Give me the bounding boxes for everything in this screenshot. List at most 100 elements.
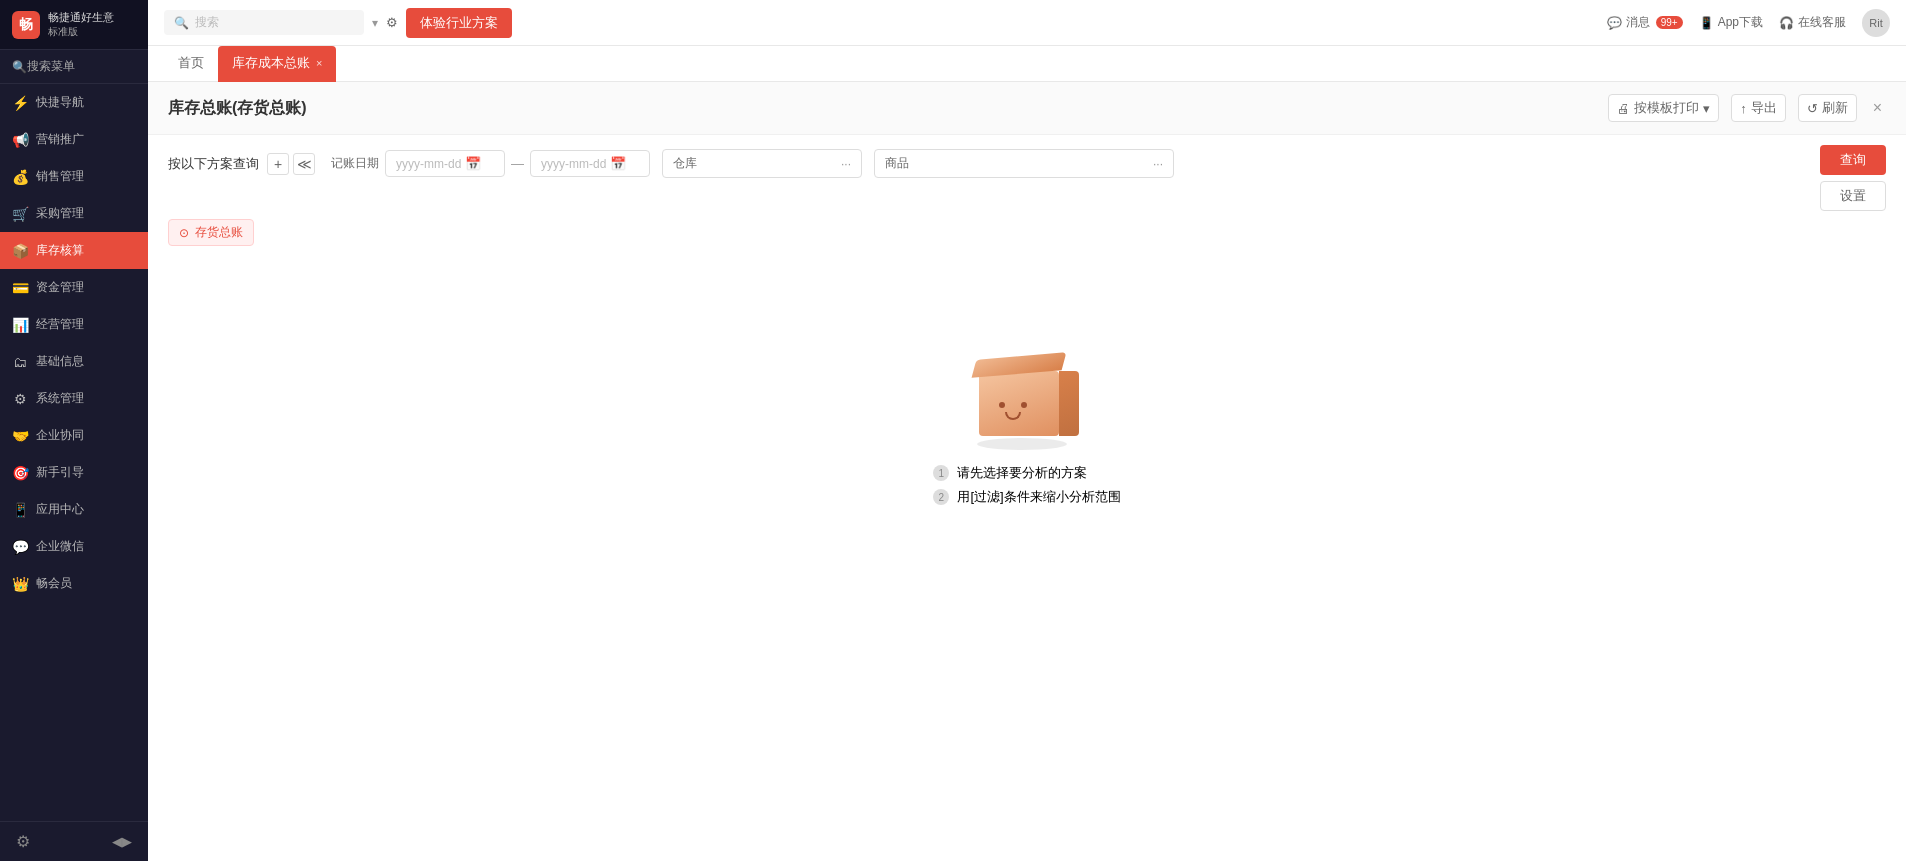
enterprise-icon: 🤝 (12, 428, 28, 444)
refresh-icon: ↺ (1807, 101, 1818, 116)
quick-nav-icon: ⚡ (12, 95, 28, 111)
scheme-label: 存货总账 (195, 224, 243, 241)
tip-num-2: 2 (933, 489, 949, 505)
search-icon: 🔍 (174, 16, 189, 30)
tab-inventory-cost[interactable]: 库存成本总账 × (218, 46, 336, 82)
print-template-btn[interactable]: 🖨 按模板打印 ▾ (1608, 94, 1719, 122)
sidebar-item-system[interactable]: ⚙ 系统管理 (0, 380, 148, 417)
filter-right-btns: 查询 设置 (1820, 145, 1886, 211)
topbar-chevron-icon[interactable]: ▾ (372, 16, 378, 30)
tab-home[interactable]: 首页 (164, 46, 218, 82)
industry-btn[interactable]: 体验行业方案 (406, 8, 512, 38)
export-label: 导出 (1751, 99, 1777, 117)
sidebar-item-label: 新手引导 (36, 464, 84, 481)
headset-icon: 🎧 (1779, 16, 1794, 30)
page-container: 库存总账(存货总账) 🖨 按模板打印 ▾ ↑ 导出 ↺ 刷新 (148, 82, 1906, 861)
refresh-btn[interactable]: ↺ 刷新 (1798, 94, 1857, 122)
app-download-label: App下载 (1718, 14, 1763, 31)
sidebar-item-label: 库存核算 (36, 242, 84, 259)
empty-state: 1 请先选择要分析的方案 2 用[过滤]条件来缩小分析范围 (148, 254, 1906, 592)
message-btn[interactable]: 💬 消息 99+ (1607, 14, 1683, 31)
online-service-btn[interactable]: 🎧 在线客服 (1779, 14, 1846, 31)
tabs-bar: 首页 库存成本总账 × (148, 46, 1906, 82)
sidebar-item-finance[interactable]: 💳 资金管理 (0, 269, 148, 306)
sidebar-item-label: 系统管理 (36, 390, 84, 407)
product-label: 商品 (885, 155, 909, 172)
date-end-input[interactable]: yyyy-mm-dd 📅 (530, 150, 650, 177)
warehouse-select[interactable]: 仓库 ··· (662, 149, 862, 178)
page-close-btn[interactable]: × (1869, 95, 1886, 121)
tip-item-2: 2 用[过滤]条件来缩小分析范围 (933, 488, 1120, 506)
user-avatar[interactable]: Rit (1862, 9, 1890, 37)
product-field-group: 商品 ··· (874, 149, 1174, 178)
tip-text-1: 请先选择要分析的方案 (957, 464, 1087, 482)
topbar-right: 💬 消息 99+ 📱 App下载 🎧 在线客服 Rit (1607, 9, 1890, 37)
date-start-input[interactable]: yyyy-mm-dd 📅 (385, 150, 505, 177)
date-end-placeholder: yyyy-mm-dd (541, 157, 606, 171)
page-header: 库存总账(存货总账) 🖨 按模板打印 ▾ ↑ 导出 ↺ 刷新 (148, 82, 1906, 135)
sidebar-item-label: 快捷导航 (36, 94, 84, 111)
filter-collapse-btn[interactable]: ≪ (293, 153, 315, 175)
topbar: 🔍 搜索 ▾ ⚙ 体验行业方案 💬 消息 99+ 📱 App下载 🎧 在线客服 … (148, 0, 1906, 46)
page-header-actions: 🖨 按模板打印 ▾ ↑ 导出 ↺ 刷新 × (1608, 94, 1886, 122)
sidebar-item-member[interactable]: 👑 畅会员 (0, 565, 148, 602)
phone-icon: 📱 (1699, 16, 1714, 30)
tip-num-1: 1 (933, 465, 949, 481)
topbar-search[interactable]: 🔍 搜索 (164, 10, 364, 35)
topbar-gear-icon[interactable]: ⚙ (386, 15, 398, 30)
sales-icon: 💰 (12, 169, 28, 185)
sidebar-item-label: 应用中心 (36, 501, 84, 518)
sidebar-item-apps[interactable]: 📱 应用中心 (0, 491, 148, 528)
sidebar: 畅 畅捷通好生意 标准版 🔍 搜索菜单 ⚡ 快捷导航 📢 营销推广 💰 销售管理… (0, 0, 148, 861)
sidebar-item-guide[interactable]: 🎯 新手引导 (0, 454, 148, 491)
message-label: 消息 (1626, 14, 1650, 31)
date-separator: — (511, 156, 524, 171)
calendar-end-icon: 📅 (610, 156, 626, 171)
message-icon: 💬 (1607, 16, 1622, 30)
scheme-item[interactable]: ⊙ 存货总账 (168, 219, 254, 246)
sidebar-item-wechat[interactable]: 💬 企业微信 (0, 528, 148, 565)
print-template-label: 按模板打印 (1634, 99, 1699, 117)
finance-icon: 💳 (12, 280, 28, 296)
sidebar-search[interactable]: 🔍 搜索菜单 (0, 50, 148, 84)
sidebar-item-label: 基础信息 (36, 353, 84, 370)
sidebar-item-label: 销售管理 (36, 168, 84, 185)
tab-inventory-cost-label: 库存成本总账 (232, 54, 310, 72)
sidebar-item-label: 资金管理 (36, 279, 84, 296)
sidebar-item-inventory[interactable]: 📦 库存核算 (0, 232, 148, 269)
page-title: 库存总账(存货总账) (168, 98, 307, 119)
filter-add-btn[interactable]: + (267, 153, 289, 175)
app-version: 标准版 (48, 25, 114, 39)
sidebar-item-quick-nav[interactable]: ⚡ 快捷导航 (0, 84, 148, 121)
sidebar-item-purchase[interactable]: 🛒 采购管理 (0, 195, 148, 232)
basic-icon: 🗂 (12, 354, 28, 370)
export-btn[interactable]: ↑ 导出 (1731, 94, 1786, 122)
calendar-start-icon: 📅 (465, 156, 481, 171)
warehouse-more-icon: ··· (841, 157, 851, 171)
print-chevron-icon: ▾ (1703, 101, 1710, 116)
sidebar-settings-icon[interactable]: ⚙ (16, 832, 30, 851)
sidebar-item-marketing[interactable]: 📢 营销推广 (0, 121, 148, 158)
query-btn[interactable]: 查询 (1820, 145, 1886, 175)
sidebar-item-sales[interactable]: 💰 销售管理 (0, 158, 148, 195)
refresh-label: 刷新 (1822, 99, 1848, 117)
product-select[interactable]: 商品 ··· (874, 149, 1174, 178)
date-field-group: 记账日期 yyyy-mm-dd 📅 — yyyy-mm-dd 📅 (331, 150, 650, 177)
settings-btn[interactable]: 设置 (1820, 181, 1886, 211)
tab-close-icon[interactable]: × (316, 57, 322, 69)
sidebar-item-label: 采购管理 (36, 205, 84, 222)
product-more-icon: ··· (1153, 157, 1163, 171)
sidebar-footer: ⚙ ◀▶ (0, 821, 148, 861)
main-area: 🔍 搜索 ▾ ⚙ 体验行业方案 💬 消息 99+ 📱 App下载 🎧 在线客服 … (148, 0, 1906, 861)
scheme-icon: ⊙ (179, 226, 189, 240)
sidebar-item-label: 企业微信 (36, 538, 84, 555)
tip-text-2: 用[过滤]条件来缩小分析范围 (957, 488, 1120, 506)
sidebar-item-enterprise[interactable]: 🤝 企业协同 (0, 417, 148, 454)
sidebar-collapse-icon[interactable]: ◀▶ (112, 834, 132, 849)
app-download-btn[interactable]: 📱 App下载 (1699, 14, 1763, 31)
apps-icon: 📱 (12, 502, 28, 518)
sidebar-item-business[interactable]: 📊 经营管理 (0, 306, 148, 343)
export-icon: ↑ (1740, 101, 1747, 116)
member-icon: 👑 (12, 576, 28, 592)
sidebar-item-basic[interactable]: 🗂 基础信息 (0, 343, 148, 380)
